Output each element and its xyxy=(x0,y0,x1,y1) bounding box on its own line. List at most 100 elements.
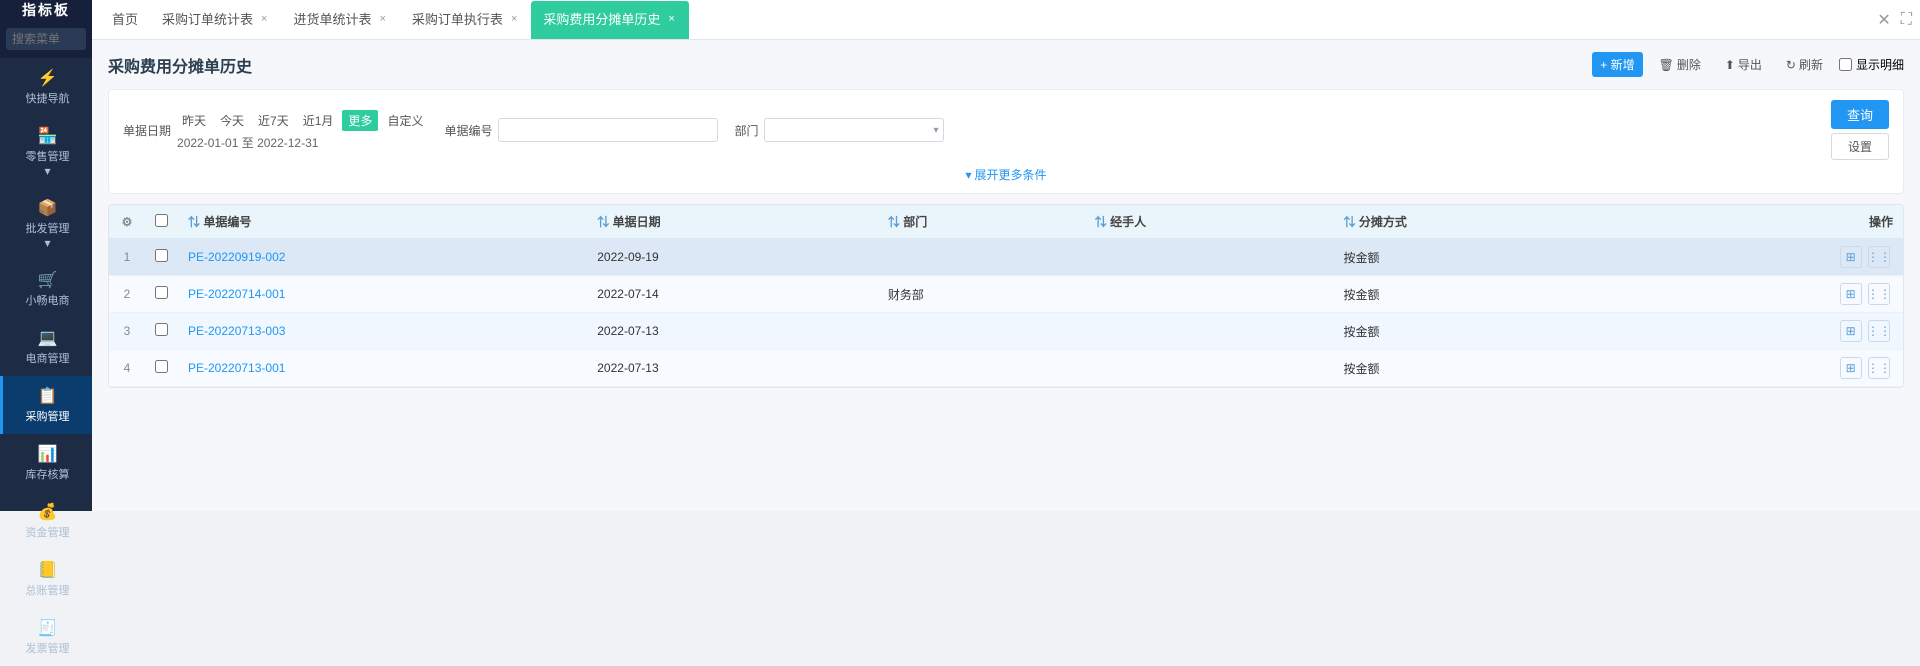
delete-label: 删除 xyxy=(1677,56,1701,73)
maximize-icon[interactable]: ⛶ xyxy=(1901,11,1912,29)
tab-home[interactable]: 首页 xyxy=(100,1,150,39)
sidebar-item-invoice[interactable]: 🧾 发票管理 xyxy=(0,608,92,666)
td-split-method-3: 按金额 xyxy=(1334,313,1625,350)
bill-no-input[interactable] xyxy=(498,118,718,142)
export-button[interactable]: ⬆ 导出 xyxy=(1717,52,1770,77)
date-btn-custom[interactable]: 自定义 xyxy=(382,110,428,131)
tab-purchase-order-exec[interactable]: 采购订单执行表 × xyxy=(400,1,531,39)
th-bill-no[interactable]: ⇅ 单据编号 xyxy=(178,205,587,239)
tab-actions: ✕ ⛶ xyxy=(1877,10,1912,30)
bill-no-link-4[interactable]: PE-20220713-001 xyxy=(188,361,285,375)
more-btn-3[interactable]: ⋮⋮ xyxy=(1868,320,1890,342)
bill-no-link-2[interactable]: PE-20220714-001 xyxy=(188,287,285,301)
ecommerce-label: 电商管理 xyxy=(3,350,92,366)
view-btn-3[interactable]: ⊞ xyxy=(1840,320,1862,342)
sidebar-item-mini-shop[interactable]: 🛒 小畅电商 xyxy=(0,260,92,318)
add-button[interactable]: + 新增 xyxy=(1592,52,1642,77)
date-btn-1month[interactable]: 近1月 xyxy=(298,110,339,131)
bill-no-link-3[interactable]: PE-20220713-003 xyxy=(188,324,285,338)
date-btn-more[interactable]: 更多 xyxy=(342,110,378,131)
tab-stock-in-stats[interactable]: 进货单统计表 × xyxy=(281,1,399,39)
close-all-icon[interactable]: ✕ xyxy=(1877,10,1890,30)
dept-select[interactable]: 财务部 xyxy=(764,118,944,142)
filter-area: 单据日期 昨天 今天 近7天 近1月 更多 自定义 2022-01-01 至 2… xyxy=(108,89,1904,194)
th-settings[interactable]: ⚙ xyxy=(109,205,145,239)
sidebar-item-quick-nav[interactable]: ⚡ 快捷导航 xyxy=(0,58,92,116)
more-btn-1[interactable]: ⋮⋮ xyxy=(1868,246,1890,268)
td-bill-date-3: 2022-07-13 xyxy=(587,313,878,350)
tab-stock-in-stats-close[interactable]: × xyxy=(377,13,387,25)
sidebar-item-retail[interactable]: 🏪 零售管理 ▾ xyxy=(0,116,92,188)
td-checkbox-4 xyxy=(145,350,178,387)
td-operation-3: ⊞ ⋮⋮ xyxy=(1624,313,1903,350)
show-cols-checkbox[interactable] xyxy=(1839,58,1852,71)
invoice-icon: 🧾 xyxy=(3,618,92,638)
tab-purchase-order-exec-close[interactable]: × xyxy=(509,13,519,25)
more-btn-2[interactable]: ⋮⋮ xyxy=(1868,283,1890,305)
settings-button[interactable]: 设置 xyxy=(1831,133,1889,160)
dept-select-wrapper: 财务部 xyxy=(764,118,944,142)
sort-icon-dept: ⇅ xyxy=(888,215,900,229)
expand-conditions-btn[interactable]: ▾ 展开更多条件 xyxy=(965,166,1046,183)
sidebar-item-wholesale[interactable]: 📦 批发管理 ▾ xyxy=(0,188,92,260)
sort-icon-split: ⇅ xyxy=(1344,215,1356,229)
sidebar-item-inventory[interactable]: 📊 库存核算 xyxy=(0,434,92,492)
show-cols-label: 显示明细 xyxy=(1856,56,1904,73)
td-checkbox-1 xyxy=(145,239,178,276)
td-settings-1: 1 xyxy=(109,239,145,276)
sidebar-item-ledger[interactable]: 📒 总账管理 xyxy=(0,550,92,608)
purchase-icon: 📋 xyxy=(3,386,92,406)
query-button[interactable]: 查询 xyxy=(1831,100,1889,129)
main-area: 首页 采购订单统计表 × 进货单统计表 × 采购订单执行表 × 采购费用分摊单历… xyxy=(92,0,1920,511)
tab-purchase-order-stats[interactable]: 采购订单统计表 × xyxy=(150,1,281,39)
sidebar-search-area xyxy=(0,20,92,58)
td-dept-2: 财务部 xyxy=(878,276,1085,313)
delete-button[interactable]: 🗑 删除 xyxy=(1651,52,1709,77)
td-bill-no-4: PE-20220713-001 xyxy=(178,350,587,387)
th-handler[interactable]: ⇅ 经手人 xyxy=(1085,205,1334,239)
date-btn-7days[interactable]: 近7天 xyxy=(253,110,294,131)
td-bill-date-2: 2022-07-14 xyxy=(587,276,878,313)
td-handler-3 xyxy=(1085,313,1334,350)
th-split-method[interactable]: ⇅ 分摊方式 xyxy=(1334,205,1625,239)
sidebar-item-finance[interactable]: 💰 资金管理 xyxy=(0,492,92,550)
sidebar-search-input[interactable] xyxy=(6,28,86,50)
ledger-icon: 📒 xyxy=(3,560,92,580)
th-dept[interactable]: ⇅ 部门 xyxy=(878,205,1085,239)
view-btn-2[interactable]: ⊞ xyxy=(1840,283,1862,305)
bill-no-link-1[interactable]: PE-20220919-002 xyxy=(188,250,285,264)
th-bill-date[interactable]: ⇅ 单据日期 xyxy=(587,205,878,239)
page-header: 采购费用分摊单历史 + 新增 🗑 删除 ⬆ 导出 ↻ 刷新 显示明细 xyxy=(108,52,1904,77)
row-2-checkbox[interactable] xyxy=(155,286,168,299)
table-row: 2 PE-20220714-001 2022-07-14 财务部 按金额 ⊞ xyxy=(109,276,1903,313)
td-dept-4 xyxy=(878,350,1085,387)
td-split-method-2: 按金额 xyxy=(1334,276,1625,313)
tab-purchase-expense-history-close[interactable]: × xyxy=(666,13,676,25)
tab-purchase-expense-history[interactable]: 采购费用分摊单历史 × xyxy=(531,1,688,39)
refresh-button[interactable]: ↻ 刷新 xyxy=(1778,52,1831,77)
tab-purchase-order-stats-close[interactable]: × xyxy=(259,13,269,25)
date-quick-btns: 昨天 今天 近7天 近1月 更多 自定义 2022-01-01 至 2022-1… xyxy=(177,110,428,151)
view-btn-4[interactable]: ⊞ xyxy=(1840,357,1862,379)
dept-filter: 部门 财务部 xyxy=(734,118,944,142)
select-all-checkbox[interactable] xyxy=(155,214,168,227)
th-dept-label: 部门 xyxy=(903,215,927,229)
tab-bar: 首页 采购订单统计表 × 进货单统计表 × 采购订单执行表 × 采购费用分摊单历… xyxy=(92,0,1920,40)
sidebar-item-ecommerce[interactable]: 💻 电商管理 xyxy=(0,318,92,376)
date-btn-yesterday[interactable]: 昨天 xyxy=(177,110,211,131)
toolbar: + 新增 🗑 删除 ⬆ 导出 ↻ 刷新 显示明细 xyxy=(1592,52,1904,77)
row-1-checkbox[interactable] xyxy=(155,249,168,262)
row-4-checkbox[interactable] xyxy=(155,360,168,373)
table-row: 3 PE-20220713-003 2022-07-13 按金额 ⊞ xyxy=(109,313,1903,350)
mini-shop-icon: 🛒 xyxy=(3,270,92,290)
delete-icon: 🗑 xyxy=(1659,58,1674,72)
view-btn-1[interactable]: ⊞ xyxy=(1840,246,1862,268)
wholesale-arrow: ▾ xyxy=(44,236,50,250)
show-cols-toggle[interactable]: 显示明细 xyxy=(1839,56,1904,73)
td-handler-2 xyxy=(1085,276,1334,313)
quick-nav-icon: ⚡ xyxy=(3,68,92,88)
row-3-checkbox[interactable] xyxy=(155,323,168,336)
date-btn-today[interactable]: 今天 xyxy=(215,110,249,131)
sidebar-item-purchase[interactable]: 📋 采购管理 xyxy=(0,376,92,434)
more-btn-4[interactable]: ⋮⋮ xyxy=(1868,357,1890,379)
